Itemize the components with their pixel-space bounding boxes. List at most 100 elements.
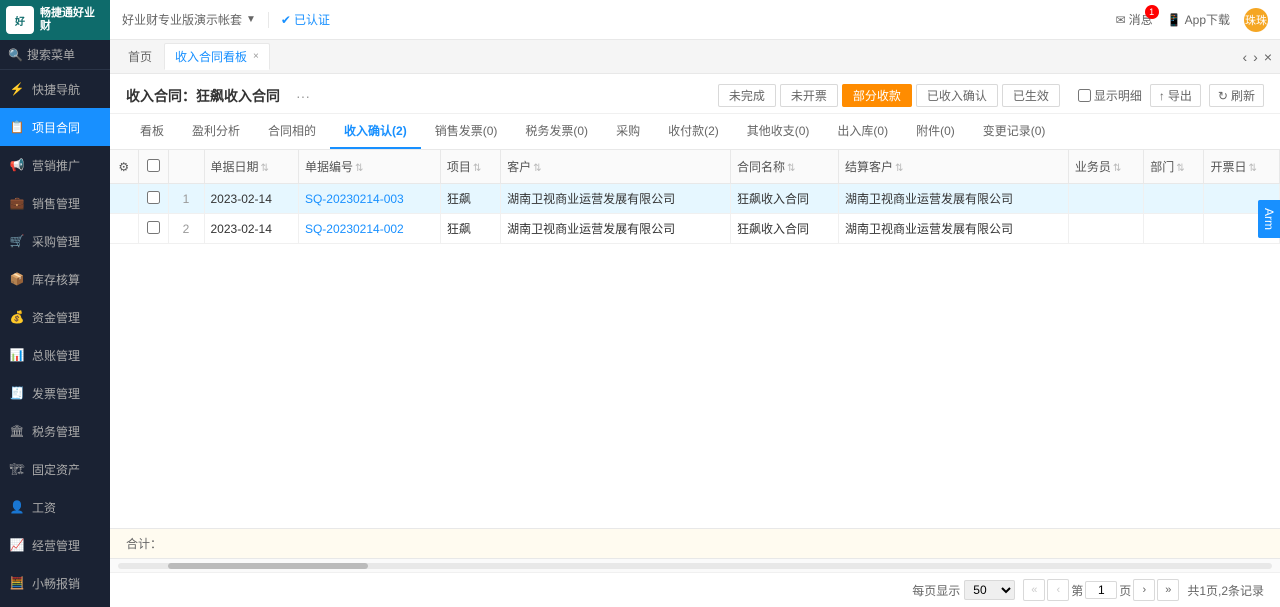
tab-contract-board[interactable]: 收入合同看板 × [164,43,270,70]
funds-icon: 💰 [8,308,26,326]
subtab-sales-invoice[interactable]: 销售发票(0) [421,114,512,149]
table-row[interactable]: 1 2023-02-14 SQ-20230214-003 狂飙 湖南卫视商业运营… [110,184,1280,214]
sidebar-item-sales[interactable]: 💼 销售管理 [0,184,110,222]
select-all-checkbox[interactable] [147,159,160,172]
status-btn-confirmed[interactable]: 已收入确认 [916,84,998,107]
sidebar-item-label: 小畅报销 [32,575,80,592]
sidebar-item-invoice[interactable]: 🧾 发票管理 [0,374,110,412]
page-size-select[interactable]: 每页显示 20 50 100 [912,580,1015,600]
refresh-button[interactable]: ↻ 刷新 [1209,84,1264,107]
tax-icon: 🏛 [8,422,26,440]
last-page-button[interactable]: » [1157,579,1179,601]
sort-salesperson-icon[interactable]: ⇅ [1113,163,1121,174]
sort-department-icon[interactable]: ⇅ [1176,163,1184,174]
subtab-board[interactable]: 看板 [126,114,178,149]
row-number-link[interactable]: SQ-20230214-002 [305,222,404,236]
scroll-thumb[interactable] [168,563,368,569]
status-btn-effective[interactable]: 已生效 [1002,84,1060,107]
table-row[interactable]: 2 2023-02-14 SQ-20230214-002 狂飙 湖南卫视商业运营… [110,214,1280,244]
subtab-contract[interactable]: 合同相的 [254,114,330,149]
subtab-purchase[interactable]: 采购 [602,114,654,149]
show-detail-toggle[interactable]: 显示明细 [1078,87,1142,104]
col-number[interactable]: 单据编号⇅ [298,150,440,184]
tab-close-all-icon[interactable]: × [1264,49,1272,65]
col-contract[interactable]: 合同名称⇅ [730,150,838,184]
sidebar-item-general[interactable]: 📊 总账管理 [0,336,110,374]
tab-close-icon[interactable]: × [253,51,259,62]
sidebar-item-tax[interactable]: 🏛 税务管理 [0,412,110,450]
sort-project-icon[interactable]: ⇅ [473,163,481,174]
sidebar-item-project[interactable]: 📋 项目合同 [0,108,110,146]
subtab-warehouse[interactable]: 出入库(0) [823,114,902,149]
show-detail-checkbox[interactable] [1078,89,1091,102]
col-invoice-date[interactable]: 开票日⇅ [1204,150,1280,184]
sort-final-customer-icon[interactable]: ⇅ [895,163,903,174]
sidebar-item-funds[interactable]: 💰 资金管理 [0,298,110,336]
row-department [1144,214,1204,244]
sidebar-item-hr[interactable]: 👤 工资 [0,488,110,526]
message-button[interactable]: ✉ 消息 1 [1116,11,1153,28]
sidebar-item-report[interactable]: 🧮 小畅报销 [0,564,110,602]
user-profile[interactable]: 珠珠 [1244,8,1268,32]
row-checkbox[interactable] [147,221,160,234]
more-options-button[interactable]: ··· [290,88,316,104]
col-date[interactable]: 单据日期⇅ [204,150,298,184]
tabbar-controls: ‹ › × [1242,49,1272,65]
right-panel-button[interactable]: Arm [1258,200,1280,238]
sort-customer-icon[interactable]: ⇅ [533,163,541,174]
status-btn-partial[interactable]: 部分收款 [842,84,912,107]
subtab-revenue-confirm[interactable]: 收入确认(2) [330,114,421,149]
subtab-tax-invoice[interactable]: 税务发票(0) [511,114,602,149]
col-final-customer[interactable]: 结算客户⇅ [838,150,1068,184]
prev-page-button[interactable]: ‹ [1047,579,1069,601]
col-project[interactable]: 项目⇅ [440,150,500,184]
sidebar-item-assets[interactable]: 🏗 固定资产 [0,450,110,488]
subtab-other[interactable]: 其他收支(0) [733,114,824,149]
next-page-button[interactable]: › [1133,579,1155,601]
page-input[interactable] [1085,581,1117,599]
status-buttons: 未完成 未开票 部分收款 已收入确认 已生效 [718,84,1060,107]
sub-tabs: 看板 盈利分析 合同相的 收入确认(2) 销售发票(0) 税务发票(0) 采购 … [110,114,1280,150]
sidebar-item-marketing[interactable]: 📢 营销推广 [0,146,110,184]
row-check[interactable] [138,184,168,214]
col-department[interactable]: 部门⇅ [1144,150,1204,184]
first-page-button[interactable]: « [1023,579,1045,601]
row-checkbox[interactable] [147,191,160,204]
sidebar-search[interactable]: 🔍 搜索菜单 [0,40,110,70]
sidebar-item-quick-nav[interactable]: ⚡ 快捷导航 [0,70,110,108]
app-download-button[interactable]: 📱 App下载 [1167,11,1230,28]
tab-home[interactable]: 首页 [118,44,162,69]
subtab-payment[interactable]: 收付款(2) [654,114,733,149]
sort-invoice-date-icon[interactable]: ⇅ [1249,163,1257,174]
sort-date-icon[interactable]: ⇅ [261,163,269,174]
company-selector[interactable]: 好业财专业版演示帐套 ▼ [122,11,256,28]
sort-contract-icon[interactable]: ⇅ [787,163,795,174]
tab-next-icon[interactable]: › [1253,49,1258,65]
subtab-profit[interactable]: 盈利分析 [178,114,254,149]
subtab-attachment[interactable]: 附件(0) [902,114,969,149]
col-customer[interactable]: 客户⇅ [501,150,731,184]
sidebar-item-basic[interactable]: ⚙ 基础信息 [0,602,110,607]
col-checkbox[interactable] [138,150,168,184]
sidebar-item-inventory[interactable]: 📦 库存核算 [0,260,110,298]
sidebar-item-purchase[interactable]: 🛒 采购管理 [0,222,110,260]
pagination: 每页显示 20 50 100 « ‹ 第 页 › » 共1页,2条记录 [110,572,1280,607]
content-area: 收入合同：狂飙收入合同 ··· 未完成 未开票 部分收款 已收入确认 已生效 显… [110,74,1280,607]
status-btn-incomplete[interactable]: 未完成 [718,84,776,107]
message-badge: 1 [1145,5,1159,19]
export-button[interactable]: ↑ 导出 [1150,84,1201,107]
scroll-track[interactable] [118,563,1272,569]
col-setting[interactable]: ⚙ [110,150,138,184]
per-page-dropdown[interactable]: 20 50 100 [964,580,1015,600]
tab-prev-icon[interactable]: ‹ [1242,49,1247,65]
sort-number-icon[interactable]: ⇅ [355,163,363,174]
subtab-changes[interactable]: 变更记录(0) [969,114,1060,149]
sidebar-item-ops[interactable]: 📈 经营管理 [0,526,110,564]
row-number[interactable]: SQ-20230214-002 [298,214,440,244]
row-check[interactable] [138,214,168,244]
status-btn-uninvoiced[interactable]: 未开票 [780,84,838,107]
col-salesperson[interactable]: 业务员⇅ [1068,150,1143,184]
scroll-bar-area[interactable] [110,558,1280,572]
row-number[interactable]: SQ-20230214-003 [298,184,440,214]
row-number-link[interactable]: SQ-20230214-003 [305,192,404,206]
